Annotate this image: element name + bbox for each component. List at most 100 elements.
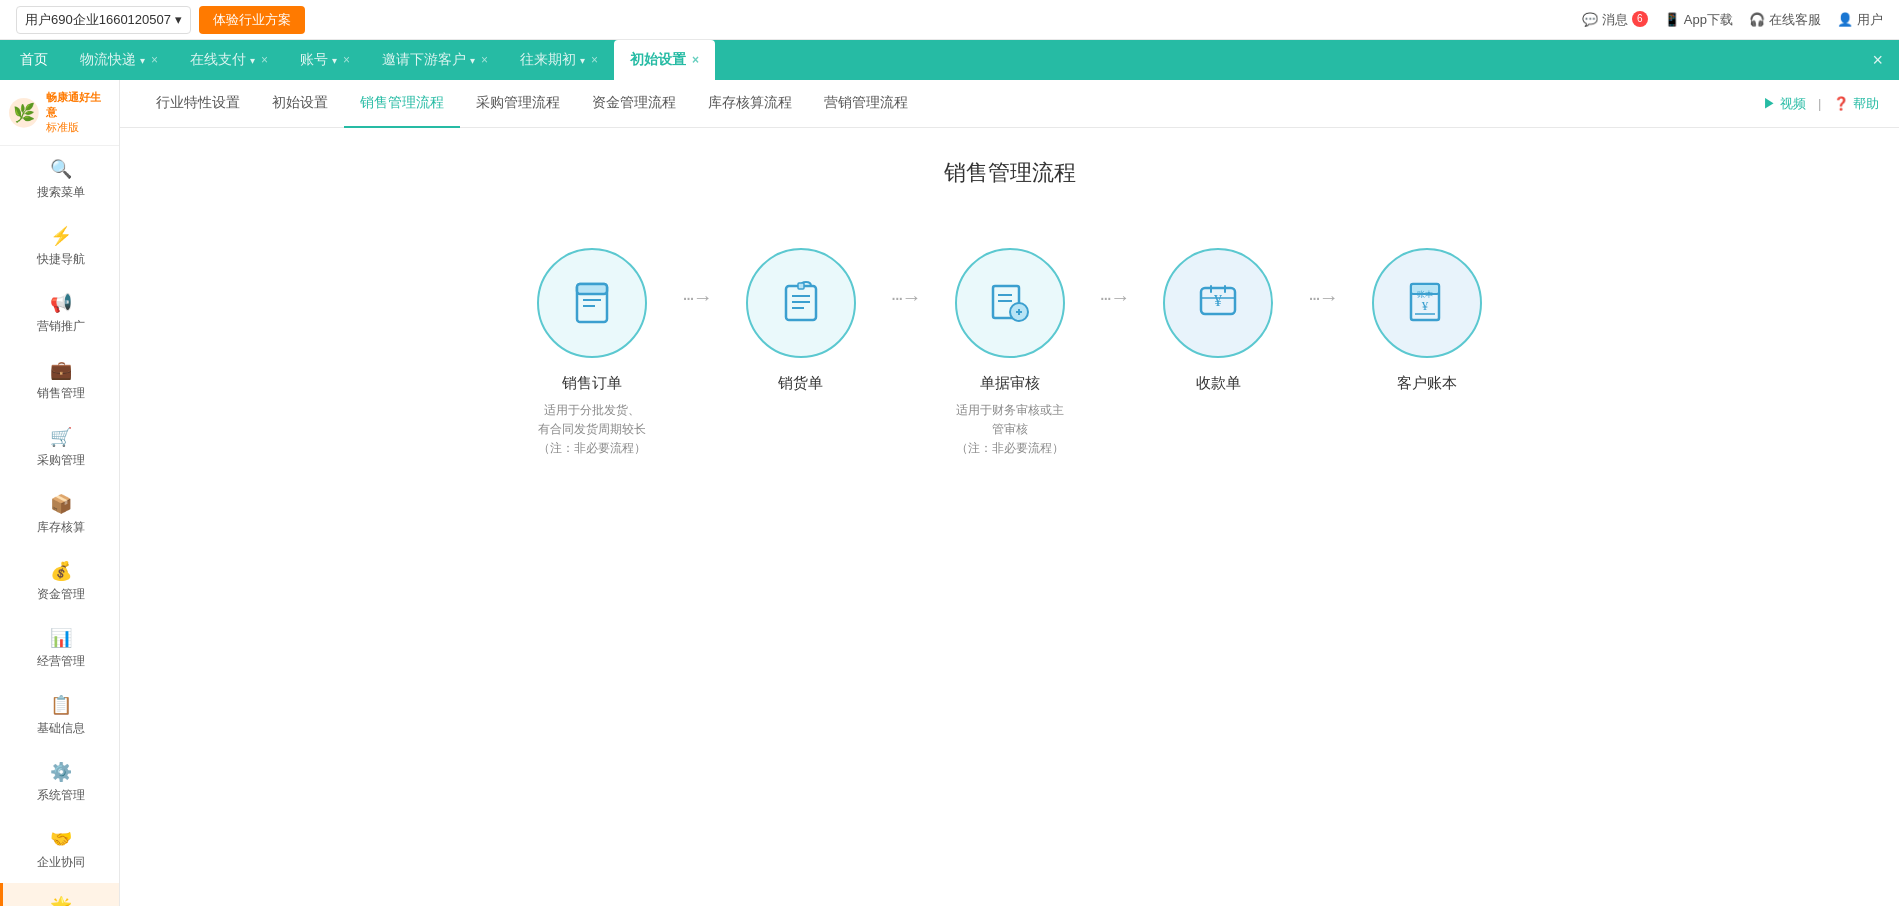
app-layout: 🌿 畅康通好生意 标准版 🔍 搜索菜单 ⚡ 快捷导航 📢 营销推广 💼 销售管理… — [0, 80, 1899, 906]
handshake-icon: 🤝 — [50, 828, 72, 850]
flow-step-sales-order: 销售订单 适用于分批发货、有合同发货周期较长（注：非必要流程） — [502, 248, 682, 459]
cart-icon: 🛒 — [50, 426, 72, 448]
sidebar-item-newguide[interactable]: 🌟 新手引导 — [0, 883, 119, 906]
nav-close-all-button[interactable]: × — [1860, 50, 1895, 71]
headset-icon: 🎧 — [1749, 12, 1765, 27]
chevron-down-icon: ▾ — [470, 55, 475, 66]
close-icon[interactable]: × — [591, 53, 598, 67]
sidebar-label-operations: 经营管理 — [37, 653, 85, 670]
flash-icon: ⚡ — [50, 225, 72, 247]
megaphone-icon: 📢 — [50, 292, 72, 314]
sidebar-label-system: 系统管理 — [37, 787, 85, 804]
nav-tab-home[interactable]: 首页 — [4, 40, 64, 80]
chevron-down-icon: ▾ — [332, 55, 337, 66]
subtab-purchase-flow[interactable]: 采购管理流程 — [460, 80, 576, 128]
top-bar-right: 💬 消息 6 📱 App下载 🎧 在线客服 👤 用户 — [1582, 11, 1883, 29]
trial-button[interactable]: 体验行业方案 — [199, 6, 305, 34]
question-icon: ❓ — [1833, 96, 1849, 111]
close-icon[interactable]: × — [481, 53, 488, 67]
sidebar-item-marketing[interactable]: 📢 营销推广 — [0, 280, 119, 347]
sidebar-item-purchase[interactable]: 🛒 采购管理 — [0, 414, 119, 481]
sales-icon: 💼 — [50, 359, 72, 381]
money-icon: 💰 — [50, 560, 72, 582]
top-bar: 用户690企业1660120507 ▾ 体验行业方案 💬 消息 6 📱 App下… — [0, 0, 1899, 40]
subtab-sales-flow-label: 销售管理流程 — [360, 94, 444, 112]
online-service-item[interactable]: 🎧 在线客服 — [1749, 11, 1821, 29]
app-download-item[interactable]: 📱 App下载 — [1664, 11, 1733, 29]
subtab-marketing-flow[interactable]: 营销管理流程 — [808, 80, 924, 128]
sidebar-item-search[interactable]: 🔍 搜索菜单 — [0, 146, 119, 213]
sidebar-item-quicknav[interactable]: ⚡ 快捷导航 — [0, 213, 119, 280]
avatar-icon: 👤 — [1837, 12, 1853, 27]
online-service-label: 在线客服 — [1769, 11, 1821, 29]
sidebar-label-marketing: 营销推广 — [37, 318, 85, 335]
step-circle-receipt[interactable]: ¥ — [1163, 248, 1273, 358]
svg-text:¥: ¥ — [1422, 298, 1429, 313]
subtab-finance-flow[interactable]: 资金管理流程 — [576, 80, 692, 128]
play-icon: ▶ — [1763, 96, 1776, 111]
subtab-finance-flow-label: 资金管理流程 — [592, 94, 676, 112]
message-badge: 6 — [1632, 11, 1648, 27]
nav-tab-initial-setup[interactable]: 初始设置 × — [614, 40, 715, 80]
nav-tab-period-label: 往来期初 — [520, 51, 576, 69]
step-name-audit: 单据审核 — [980, 374, 1040, 393]
message-icon: 💬 — [1582, 12, 1598, 27]
message-item[interactable]: 💬 消息 6 — [1582, 11, 1648, 29]
subtab-marketing-flow-label: 营销管理流程 — [824, 94, 908, 112]
flow-title: 销售管理流程 — [160, 158, 1859, 188]
close-icon[interactable]: × — [692, 53, 699, 67]
top-bar-left: 用户690企业1660120507 ▾ 体验行业方案 — [16, 6, 305, 34]
sidebar-label-basicinfo: 基础信息 — [37, 720, 85, 737]
flow-step-receipt: ¥ 收款单 — [1128, 248, 1308, 401]
step-name-receipt: 收款单 — [1196, 374, 1241, 393]
subtab-initial[interactable]: 初始设置 — [256, 80, 344, 128]
sidebar-label-enterprise: 企业协同 — [37, 854, 85, 871]
box-icon: 📦 — [50, 493, 72, 515]
app-download-label: App下载 — [1684, 11, 1733, 29]
nav-tab-payment-label: 在线支付 — [190, 51, 246, 69]
close-icon[interactable]: × — [261, 53, 268, 67]
step-circle-audit[interactable] — [955, 248, 1065, 358]
nav-tab-invite[interactable]: 邀请下游客户 ▾ × — [366, 40, 504, 80]
subtab-industry[interactable]: 行业特性设置 — [140, 80, 256, 128]
flow-step-audit: 单据审核 适用于财务审核或主管审核（注：非必要流程） — [920, 248, 1100, 459]
sidebar-item-enterprise[interactable]: 🤝 企业协同 — [0, 816, 119, 883]
subtab-sales-flow[interactable]: 销售管理流程 — [344, 80, 460, 128]
nav-tab-initial-setup-label: 初始设置 — [630, 51, 686, 69]
step-circle-ledger[interactable]: 账本 ¥ — [1372, 248, 1482, 358]
user-label: 用户690企业1660120507 — [25, 11, 171, 29]
nav-tab-logistics[interactable]: 物流快递 ▾ × — [64, 40, 174, 80]
flow-arrow-3: ···→ — [1100, 248, 1129, 309]
sidebar-item-finance[interactable]: 💰 资金管理 — [0, 548, 119, 615]
sidebar-label-search: 搜索菜单 — [37, 184, 85, 201]
nav-tab-payment[interactable]: 在线支付 ▾ × — [174, 40, 284, 80]
subtab-inventory-flow[interactable]: 库存核算流程 — [692, 80, 808, 128]
gear-icon: ⚙️ — [50, 761, 72, 783]
user-selector[interactable]: 用户690企业1660120507 ▾ — [16, 6, 191, 34]
flow-step-delivery: 销货单 — [711, 248, 891, 401]
video-button[interactable]: ▶ 视频 — [1763, 95, 1806, 113]
step-circle-sales-order[interactable] — [537, 248, 647, 358]
sidebar-item-inventory[interactable]: 📦 库存核算 — [0, 481, 119, 548]
sidebar-item-basicinfo[interactable]: 📋 基础信息 — [0, 682, 119, 749]
nav-tabs: 首页 物流快递 ▾ × 在线支付 ▾ × 账号 ▾ × 邀请下游客户 ▾ × 往… — [0, 40, 1899, 80]
sub-tabs: 行业特性设置 初始设置 销售管理流程 采购管理流程 资金管理流程 库存核算流程 … — [120, 80, 1899, 128]
sidebar-item-sales[interactable]: 💼 销售管理 — [0, 347, 119, 414]
nav-tab-period[interactable]: 往来期初 ▾ × — [504, 40, 614, 80]
sidebar-label-sales: 销售管理 — [37, 385, 85, 402]
user-avatar-item[interactable]: 👤 用户 — [1837, 11, 1883, 29]
step-circle-delivery[interactable] — [746, 248, 856, 358]
nav-tab-account-label: 账号 — [300, 51, 328, 69]
step-name-ledger: 客户账本 — [1397, 374, 1457, 393]
close-icon[interactable]: × — [151, 53, 158, 67]
step-name-sales-order: 销售订单 — [562, 374, 622, 393]
home-label: 首页 — [20, 51, 48, 69]
close-icon[interactable]: × — [343, 53, 350, 67]
help-button[interactable]: ❓ 帮助 — [1833, 95, 1879, 113]
logo-text: 畅康通好生意 标准版 — [46, 90, 111, 135]
chart-icon: 📊 — [50, 627, 72, 649]
subtab-purchase-flow-label: 采购管理流程 — [476, 94, 560, 112]
nav-tab-account[interactable]: 账号 ▾ × — [284, 40, 366, 80]
sidebar-item-operations[interactable]: 📊 经营管理 — [0, 615, 119, 682]
sidebar-item-system[interactable]: ⚙️ 系统管理 — [0, 749, 119, 816]
